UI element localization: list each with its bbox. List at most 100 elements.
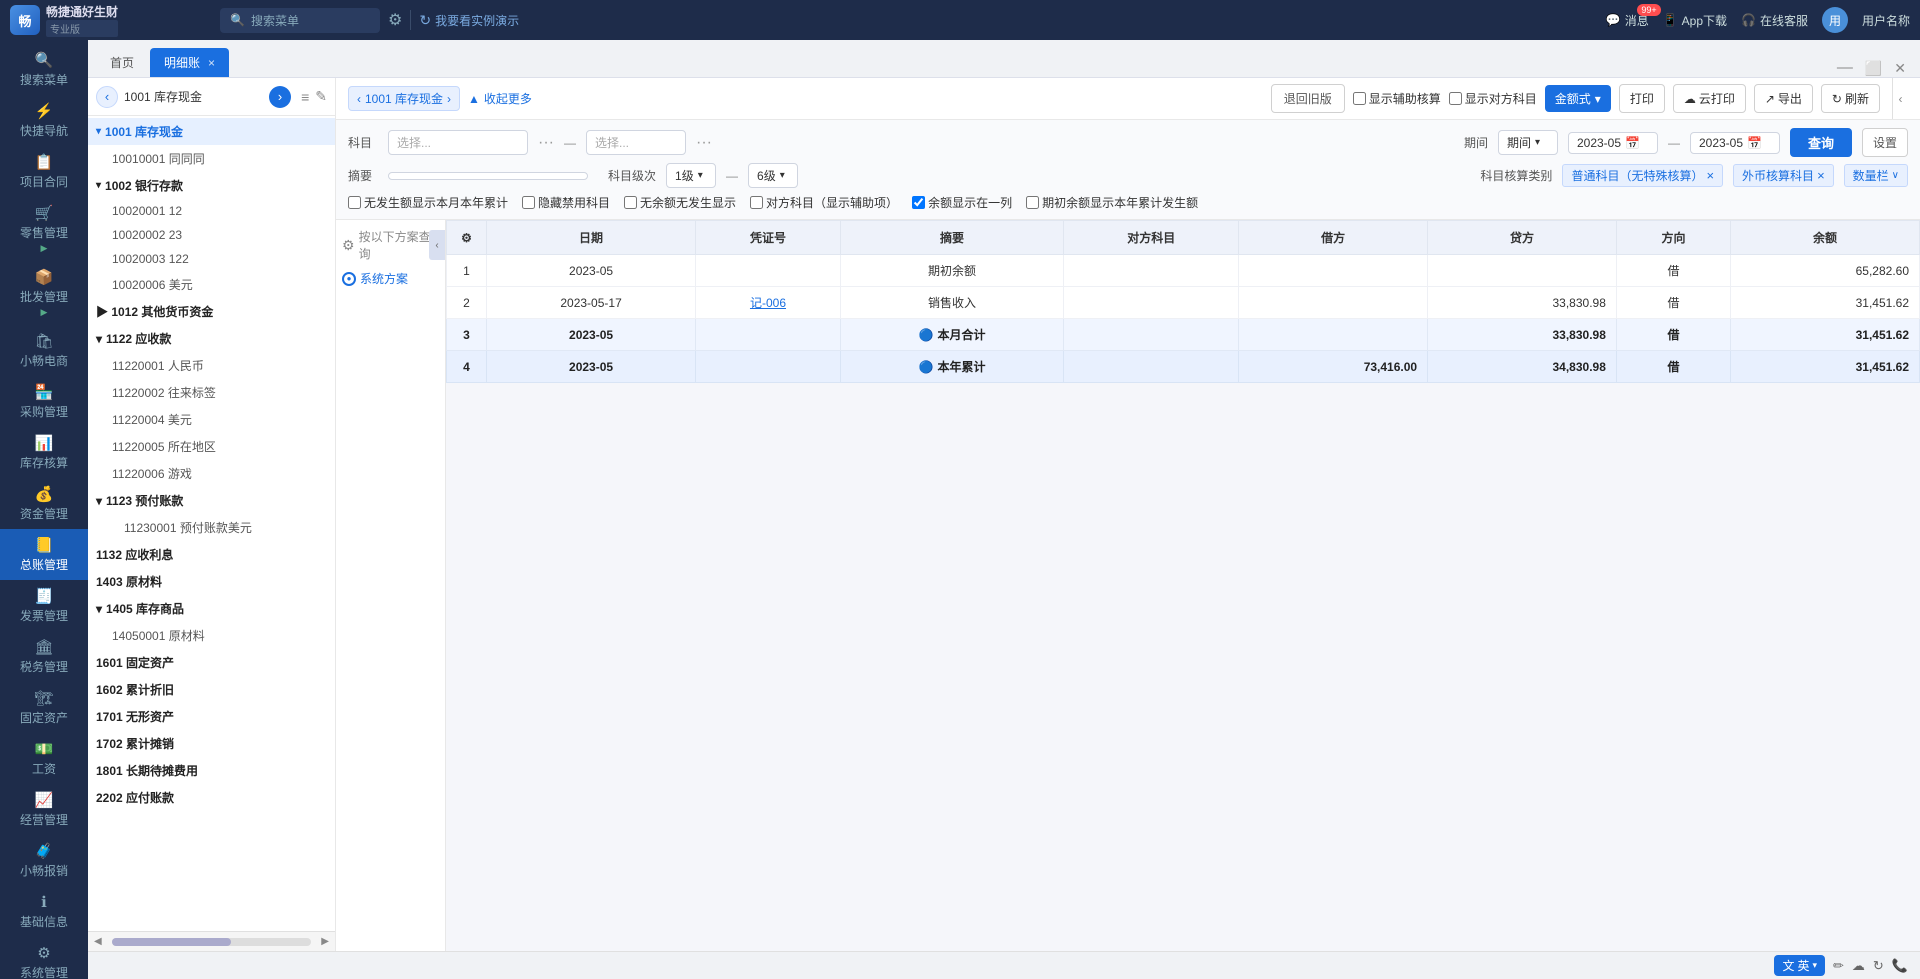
tree-item-10020006[interactable]: 10020006 美元 xyxy=(88,271,335,298)
demo-link[interactable]: ↻ 我要看实例演示 xyxy=(419,12,519,29)
col-date[interactable]: 日期 xyxy=(487,221,696,255)
sidebar-item-retail[interactable]: 🛒 零售管理 ▶ xyxy=(0,197,88,261)
panel-toggle-btn[interactable]: ‹ xyxy=(1892,78,1908,119)
sidebar-item-wholesale[interactable]: 📦 批发管理 ▶ xyxy=(0,261,88,325)
row2-voucher[interactable]: 记-006 xyxy=(696,287,841,319)
sidebar-item-sysconfig[interactable]: ⚙ 系统管理 xyxy=(0,937,88,979)
tree-item-1701[interactable]: 1701 无形资产 xyxy=(88,703,335,730)
status-phone-icon[interactable]: 📞 xyxy=(1892,958,1908,974)
tree-item-1405[interactable]: ▾ 1405 库存商品 xyxy=(88,595,335,622)
top-search-box[interactable]: 🔍 搜索菜单 xyxy=(220,8,380,33)
tree-item-1801[interactable]: 1801 长期待摊费用 xyxy=(88,757,335,784)
tree-item-1602[interactable]: 1602 累计折旧 xyxy=(88,676,335,703)
tree-scroll-left[interactable]: ◀ xyxy=(88,936,108,947)
tree-item-11220005[interactable]: 11220005 所在地区 xyxy=(88,433,335,460)
period-type-select[interactable]: 期间 ▾ xyxy=(1498,130,1558,155)
subject-filter-input[interactable]: 选择... xyxy=(388,130,528,155)
tab-home[interactable]: 首页 xyxy=(96,48,148,77)
cb-no-balance[interactable]: 无余额无发生显示 xyxy=(624,194,736,211)
scheme-item-system[interactable]: ● 系统方案 xyxy=(342,270,439,287)
filter-dots2[interactable]: ··· xyxy=(696,134,712,152)
tag2-remove-icon[interactable]: × xyxy=(1817,168,1825,183)
cloud-print-btn[interactable]: ☁ 云打印 xyxy=(1673,84,1746,113)
sidebar-item-ecommerce[interactable]: 🛍 小畅电商 xyxy=(0,325,88,376)
setting-btn[interactable]: 设置 xyxy=(1862,128,1908,157)
status-edit-icon[interactable]: ✏ xyxy=(1833,958,1844,974)
level-end-select[interactable]: 6级 ▾ xyxy=(748,163,798,188)
message-btn[interactable]: 💬 消息 99+ xyxy=(1606,12,1649,29)
filter-dots1[interactable]: ··· xyxy=(538,134,554,152)
window-minimize-btn[interactable]: — xyxy=(1831,59,1859,77)
tree-item-1601[interactable]: 1601 固定资产 xyxy=(88,649,335,676)
category-tag-1[interactable]: 普通科目（无特殊核算） × xyxy=(1562,164,1723,187)
lang-switch-btn[interactable]: 文 英 ▾ xyxy=(1774,955,1825,976)
sidebar-item-salary[interactable]: 💵 工资 xyxy=(0,733,88,784)
sidebar-item-expense[interactable]: 🧳 小畅报销 xyxy=(0,835,88,886)
app-download-btn[interactable]: 📱 App下载 xyxy=(1663,12,1727,29)
tree-scroll-bar[interactable] xyxy=(112,938,312,946)
window-close-btn[interactable]: ✕ xyxy=(1888,60,1912,77)
col-credit[interactable]: 贷方 xyxy=(1428,221,1617,255)
cb-balance-col[interactable]: 余额显示在一列 xyxy=(912,194,1012,211)
tree-item-1002[interactable]: ▾ 1002 银行存款 xyxy=(88,172,335,199)
tab-close-icon[interactable]: × xyxy=(208,56,215,70)
level-start-select[interactable]: 1级 ▾ xyxy=(666,163,716,188)
settings-icon[interactable]: ⚙ xyxy=(388,10,402,30)
col-debit[interactable]: 借方 xyxy=(1239,221,1428,255)
status-sync-icon[interactable]: ↻ xyxy=(1873,958,1884,974)
tree-item-1132[interactable]: 1132 应收利息 xyxy=(88,541,335,568)
status-cloud-icon[interactable]: ☁ xyxy=(1852,958,1865,974)
tree-scroll-right[interactable]: ▶ xyxy=(315,936,335,947)
sidebar-item-quicknav[interactable]: ⚡ 快捷导航 xyxy=(0,95,88,146)
category-tag-2[interactable]: 外币核算科目 × xyxy=(1733,164,1834,187)
sidebar-item-invoice[interactable]: 🧾 发票管理 xyxy=(0,580,88,631)
tree-item-1702[interactable]: 1702 累计摊销 xyxy=(88,730,335,757)
filter-icon-btn[interactable]: ‹ xyxy=(429,230,445,260)
cb-no-amount[interactable]: 无发生额显示本月本年累计 xyxy=(348,194,508,211)
sidebar-item-project[interactable]: 📋 项目合同 xyxy=(0,146,88,197)
tree-item-11220001[interactable]: 11220001 人民币 xyxy=(88,352,335,379)
user-avatar[interactable]: 用 xyxy=(1822,7,1848,33)
tree-item-1123[interactable]: ▾ 1123 预付账款 xyxy=(88,487,335,514)
tree-item-10020003[interactable]: 10020003 122 xyxy=(88,247,335,271)
col-direction[interactable]: 方向 xyxy=(1616,221,1730,255)
print-btn[interactable]: 打印 xyxy=(1619,84,1665,113)
tab-detail[interactable]: 明细账 × xyxy=(150,48,229,77)
period-start-input[interactable]: 2023-05 📅 xyxy=(1568,132,1658,154)
tree-item-1012[interactable]: ▶ 1012 其他货币资金 xyxy=(88,298,335,325)
format-btn[interactable]: 金额式 ▾ xyxy=(1545,85,1611,112)
subject-filter-input2[interactable]: 选择... xyxy=(586,130,686,155)
tree-item-10010001[interactable]: 10010001 同同同 xyxy=(88,145,335,172)
return-old-btn[interactable]: 退回旧版 xyxy=(1271,84,1345,113)
sidebar-item-funds[interactable]: 💰 资金管理 xyxy=(0,478,88,529)
tree-item-10020001[interactable]: 10020001 12 xyxy=(88,199,335,223)
window-maximize-btn[interactable]: ⬜ xyxy=(1859,60,1888,77)
sidebar-item-basic[interactable]: ℹ 基础信息 xyxy=(0,886,88,937)
tag1-remove-icon[interactable]: × xyxy=(1706,168,1714,183)
sidebar-item-search[interactable]: 🔍 搜索菜单 xyxy=(0,44,88,95)
sidebar-item-purchase[interactable]: 🏪 采购管理 xyxy=(0,376,88,427)
tree-item-1122[interactable]: ▾ 1122 应收款 xyxy=(88,325,335,352)
account-edit-icon[interactable]: ✎ xyxy=(315,88,327,105)
online-service-btn[interactable]: 🎧 在线客服 xyxy=(1741,12,1808,29)
tree-item-2202[interactable]: 2202 应付账款 xyxy=(88,784,335,811)
col-contra[interactable]: 对方科目 xyxy=(1064,221,1239,255)
cb-contra[interactable]: 对方科目（显示辅助项） xyxy=(750,194,898,211)
cb-hide-disabled[interactable]: 隐藏禁用科目 xyxy=(522,194,610,211)
sidebar-item-ledger[interactable]: 📒 总账管理 xyxy=(0,529,88,580)
col-voucher[interactable]: 凭证号 xyxy=(696,221,841,255)
col-balance[interactable]: 余额 xyxy=(1731,221,1920,255)
tree-item-11220006[interactable]: 11220006 游戏 xyxy=(88,460,335,487)
account-nav-prev[interactable]: ‹ xyxy=(96,86,118,108)
sidebar-item-inventory[interactable]: 📊 库存核算 xyxy=(0,427,88,478)
account-list-icon[interactable]: ≡ xyxy=(301,89,309,105)
show-contra-checkbox[interactable]: 显示对方科目 xyxy=(1449,90,1537,107)
col-gear[interactable]: ⚙ xyxy=(447,221,487,255)
subject-tag[interactable]: ‹ 1001 库存现金 › xyxy=(348,86,460,111)
expand-btn[interactable]: ▲ 收起更多 xyxy=(468,90,532,107)
query-btn[interactable]: 查询 xyxy=(1790,128,1852,157)
sidebar-item-assets[interactable]: 🏗 固定资产 xyxy=(0,682,88,733)
col-summary[interactable]: 摘要 xyxy=(840,221,1063,255)
tree-item-11230001[interactable]: 11230001 预付账款美元 xyxy=(88,514,335,541)
sidebar-item-tax[interactable]: 🏛 税务管理 xyxy=(0,631,88,682)
